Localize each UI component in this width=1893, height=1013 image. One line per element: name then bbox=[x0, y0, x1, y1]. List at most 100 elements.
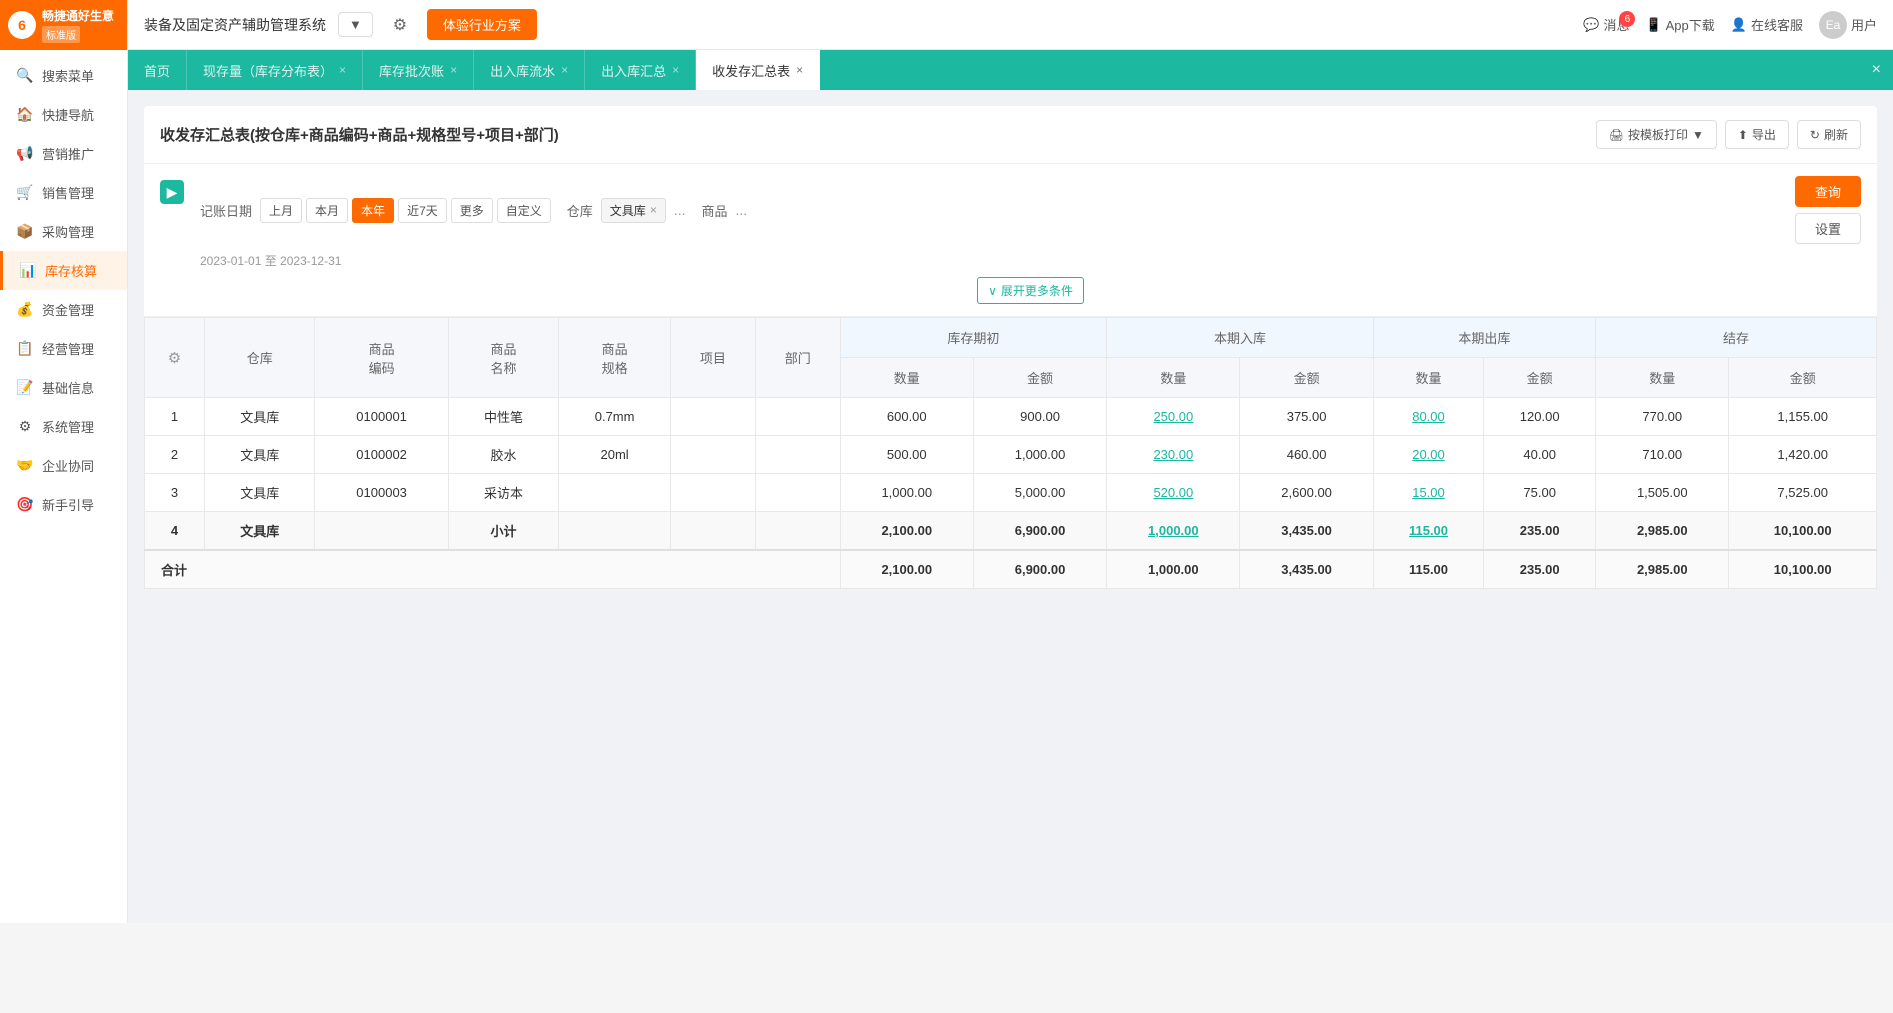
goods-ellipsis[interactable]: ... bbox=[736, 202, 748, 218]
tab-close-inventory-distribution[interactable]: × bbox=[339, 63, 346, 77]
cell-out-amount-row4: 235.00 bbox=[1484, 512, 1596, 551]
trial-button[interactable]: 体验行业方案 bbox=[427, 9, 537, 40]
cell-balance-qty-row4: 2,985.00 bbox=[1596, 512, 1729, 551]
page-title: 收发存汇总表(按仓库+商品编码+商品+规格型号+项目+部门) bbox=[160, 124, 559, 159]
link-in-qty-row3[interactable]: 520.00 bbox=[1153, 485, 1193, 500]
query-button[interactable]: 查询 bbox=[1795, 176, 1861, 207]
tab-receive-summary[interactable]: 收发存汇总表 × bbox=[696, 50, 820, 90]
system-name: 装备及固定资产辅助管理系统 bbox=[144, 15, 326, 35]
settings-icon[interactable]: ⚙ bbox=[385, 10, 415, 40]
sidebar-item-quick-nav[interactable]: 🏠 快捷导航 bbox=[0, 95, 127, 134]
online-service-button[interactable]: 👤 在线客服 bbox=[1731, 15, 1803, 34]
settings-button[interactable]: 设置 bbox=[1795, 213, 1861, 244]
sidebar-item-business[interactable]: 📋 经营管理 bbox=[0, 329, 127, 368]
link-out-qty-row3[interactable]: 15.00 bbox=[1412, 485, 1445, 500]
sidebar-icon-search: 🔍 bbox=[16, 67, 34, 85]
cell-warehouse-row1: 文具库 bbox=[205, 398, 315, 436]
link-in-qty-row1[interactable]: 250.00 bbox=[1153, 409, 1193, 424]
cell-in-qty-row1[interactable]: 250.00 bbox=[1107, 398, 1240, 436]
sidebar-label-marketing-promo: 营销推广 bbox=[42, 144, 94, 163]
date-shortcut-上月[interactable]: 上月 bbox=[260, 198, 302, 223]
system-dropdown[interactable]: ▼ bbox=[338, 12, 373, 37]
sidebar-item-search[interactable]: 🔍 搜索菜单 bbox=[0, 56, 127, 95]
messages-button[interactable]: 💬 消息 6 bbox=[1583, 15, 1629, 34]
sidebar-item-finance[interactable]: 💰 资金管理 bbox=[0, 290, 127, 329]
sidebar-label-system: 系统管理 bbox=[42, 417, 94, 436]
logo-icon: 6 bbox=[8, 11, 36, 39]
logo-name: 畅捷通好生意 bbox=[42, 7, 114, 24]
tab-inout-summary[interactable]: 出入库汇总× bbox=[585, 50, 696, 90]
link-out-qty-row2[interactable]: 20.00 bbox=[1412, 447, 1445, 462]
cell-goods-name-row4: 小计 bbox=[448, 512, 558, 551]
sidebar-item-basic-info[interactable]: 📝 基础信息 bbox=[0, 368, 127, 407]
date-shortcut-自定义[interactable]: 自定义 bbox=[497, 198, 551, 223]
service-label: 在线客服 bbox=[1751, 15, 1803, 34]
link-out-qty-row4[interactable]: 115.00 bbox=[1409, 523, 1448, 538]
warehouse-ellipsis[interactable]: ... bbox=[674, 202, 686, 218]
expand-label: 展开更多条件 bbox=[1001, 282, 1073, 299]
user-menu[interactable]: Ea 用户 bbox=[1819, 11, 1877, 39]
cell-goods-spec-row2: 20ml bbox=[559, 436, 671, 474]
col-in-qty: 数量 bbox=[1107, 358, 1240, 398]
sidebar-item-enterprise[interactable]: 🤝 企业协同 bbox=[0, 446, 127, 485]
tab-close-receive-summary[interactable]: × bbox=[796, 63, 803, 77]
export-button[interactable]: ⬆ 导出 bbox=[1725, 120, 1789, 149]
filter-toggle[interactable]: ▶ bbox=[160, 180, 184, 204]
cell-out-qty-row4[interactable]: 115.00 bbox=[1373, 512, 1483, 551]
tab-close-inout-summary[interactable]: × bbox=[672, 63, 679, 77]
cell-project-row3 bbox=[671, 474, 756, 512]
link-out-qty-row1[interactable]: 80.00 bbox=[1412, 409, 1445, 424]
warehouse-filter-group: 仓库 文具库 × ... bbox=[567, 198, 686, 223]
print-dropdown-icon: ▼ bbox=[1692, 128, 1704, 142]
cell-opening-qty-row1: 600.00 bbox=[840, 398, 973, 436]
date-shortcut-更多[interactable]: 更多 bbox=[451, 198, 493, 223]
tab-batch-account[interactable]: 库存批次账× bbox=[363, 50, 474, 90]
app-download-button[interactable]: 📱 App下载 bbox=[1645, 15, 1714, 34]
sidebar-item-sales[interactable]: 🛒 销售管理 bbox=[0, 173, 127, 212]
cell-balance-qty-row1: 770.00 bbox=[1596, 398, 1729, 436]
expand-conditions-button[interactable]: ∨ 展开更多条件 bbox=[977, 277, 1084, 304]
tab-inout-flow[interactable]: 出入库流水× bbox=[474, 50, 585, 90]
col-settings[interactable]: ⚙ bbox=[145, 318, 205, 398]
table-row-4: 4文具库小计2,100.006,900.001,000.003,435.0011… bbox=[145, 512, 1877, 551]
cell-in-qty-row2[interactable]: 230.00 bbox=[1107, 436, 1240, 474]
table-gear-icon[interactable]: ⚙ bbox=[168, 350, 181, 367]
tab-close-batch-account[interactable]: × bbox=[450, 63, 457, 77]
close-all-tabs[interactable]: × bbox=[1860, 61, 1893, 79]
cell-in-amount-row2: 460.00 bbox=[1240, 436, 1373, 474]
cell-in-qty-row3[interactable]: 520.00 bbox=[1107, 474, 1240, 512]
tab-home[interactable]: 首页 bbox=[128, 50, 187, 90]
cell-out-qty-row3[interactable]: 15.00 bbox=[1373, 474, 1483, 512]
sidebar-item-marketing-promo[interactable]: 📢 营销推广 bbox=[0, 134, 127, 173]
sidebar-item-purchase[interactable]: 📦 采购管理 bbox=[0, 212, 127, 251]
date-shortcut-近7天[interactable]: 近7天 bbox=[398, 198, 447, 223]
sidebar-label-search: 搜索菜单 bbox=[42, 66, 94, 85]
cell-out-qty-row2[interactable]: 20.00 bbox=[1373, 436, 1483, 474]
cell-project-row2 bbox=[671, 436, 756, 474]
print-icon: 🖨 bbox=[1609, 128, 1624, 142]
cell-warehouse-row4: 文具库 bbox=[205, 512, 315, 551]
link-in-qty-row4[interactable]: 1,000.00 bbox=[1148, 523, 1199, 538]
cell-out-qty-row1[interactable]: 80.00 bbox=[1373, 398, 1483, 436]
col-group-balance: 结存 bbox=[1596, 318, 1877, 358]
sidebar-item-system[interactable]: ⚙ 系统管理 bbox=[0, 407, 127, 446]
date-shortcut-本年[interactable]: 本年 bbox=[352, 198, 394, 223]
warehouse-tag-close[interactable]: × bbox=[650, 203, 657, 217]
sidebar-item-inventory[interactable]: 📊 库存核算 bbox=[0, 251, 127, 290]
date-range: 2023-01-01 至 2023-12-31 bbox=[200, 252, 341, 269]
cell-project-row1 bbox=[671, 398, 756, 436]
cell-in-qty-row4[interactable]: 1,000.00 bbox=[1107, 512, 1240, 551]
refresh-button[interactable]: ↻ 刷新 bbox=[1797, 120, 1861, 149]
col-opening-amount: 金额 bbox=[973, 358, 1106, 398]
date-shortcut-本月[interactable]: 本月 bbox=[306, 198, 348, 223]
cell-goods-name-row2: 胶水 bbox=[448, 436, 558, 474]
link-in-qty-row2[interactable]: 230.00 bbox=[1153, 447, 1193, 462]
tab-inventory-distribution[interactable]: 现存量（库存分布表）× bbox=[187, 50, 363, 90]
warehouse-tag[interactable]: 文具库 × bbox=[601, 198, 666, 223]
sidebar-item-newbie[interactable]: 🎯 新手引导 bbox=[0, 485, 127, 524]
print-template-button[interactable]: 🖨 按模板打印 ▼ bbox=[1596, 120, 1717, 149]
tab-label-receive-summary: 收发存汇总表 bbox=[712, 61, 790, 80]
tab-close-inout-flow[interactable]: × bbox=[561, 63, 568, 77]
col-goods-name: 商品名称 bbox=[448, 318, 558, 398]
col-out-qty: 数量 bbox=[1373, 358, 1483, 398]
